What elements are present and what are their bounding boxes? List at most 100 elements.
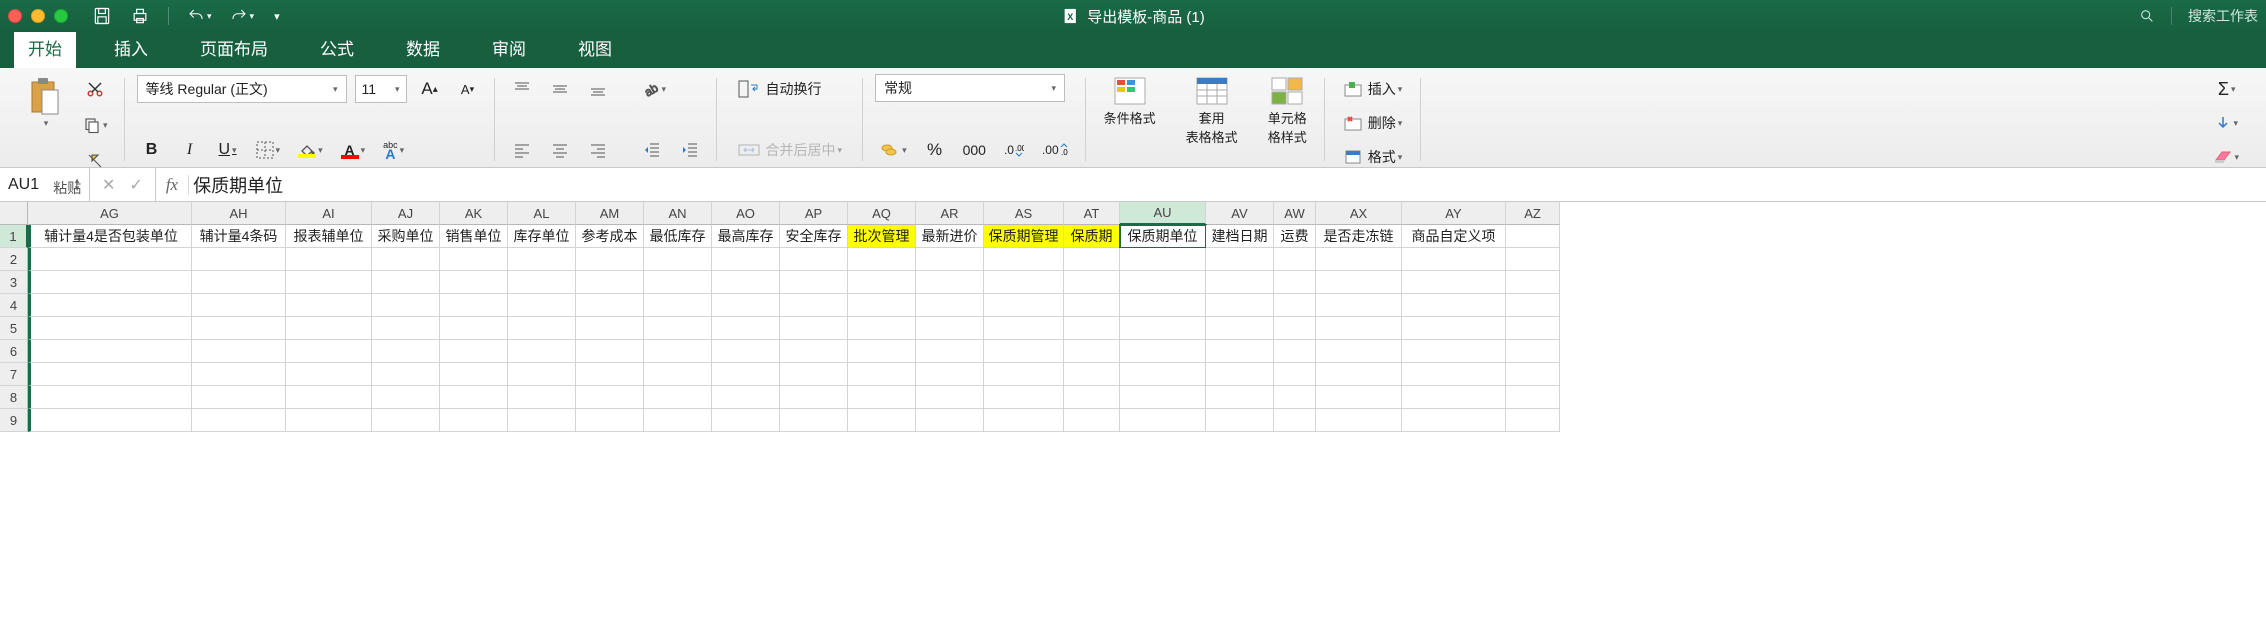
cell-AJ2[interactable] [372,248,440,271]
cell-AG3[interactable] [28,271,192,294]
cell-AT1[interactable]: 保质期 [1064,225,1120,248]
cell-AQ5[interactable] [848,317,916,340]
cell-AS7[interactable] [984,363,1064,386]
cell-AU5[interactable] [1120,317,1206,340]
format-cells-button[interactable]: 格式▾ [1337,142,1410,172]
column-header-AV[interactable]: AV [1206,202,1274,225]
cell-AK6[interactable] [440,340,508,363]
increase-decimal-button[interactable]: .0.00 [999,135,1029,165]
italic-button[interactable]: I [175,135,205,165]
cell-AV3[interactable] [1206,271,1274,294]
cell-AR7[interactable] [916,363,984,386]
row-header-6[interactable]: 6 [0,340,28,363]
maximize-window-button[interactable] [54,9,68,23]
cell-AO7[interactable] [712,363,780,386]
cell-AY3[interactable] [1402,271,1506,294]
cell-AT9[interactable] [1064,409,1120,432]
column-header-AS[interactable]: AS [984,202,1064,225]
cell-AQ9[interactable] [848,409,916,432]
cell-AI7[interactable] [286,363,372,386]
align-right-button[interactable] [583,135,613,165]
cell-AO3[interactable] [712,271,780,294]
column-header-AK[interactable]: AK [440,202,508,225]
cell-AR5[interactable] [916,317,984,340]
copy-button[interactable]: ▾ [78,110,113,140]
align-bottom-button[interactable] [583,74,613,104]
cell-AL6[interactable] [508,340,576,363]
cell-AI2[interactable] [286,248,372,271]
cell-AY2[interactable] [1402,248,1506,271]
orientation-button[interactable]: ab▾ [637,74,672,104]
wrap-text-button[interactable]: 自动换行 [729,74,831,104]
column-header-AW[interactable]: AW [1274,202,1316,225]
phonetic-button[interactable]: abcA▾ [378,135,409,165]
cell-AM3[interactable] [576,271,644,294]
cell-AJ9[interactable] [372,409,440,432]
minimize-window-button[interactable] [31,9,45,23]
fill-color-button[interactable]: ▾ [293,135,328,165]
cell-AG2[interactable] [28,248,192,271]
row-header-4[interactable]: 4 [0,294,28,317]
decrease-indent-button[interactable] [637,135,667,165]
cell-AU7[interactable] [1120,363,1206,386]
cell-AN6[interactable] [644,340,712,363]
cell-AX6[interactable] [1316,340,1402,363]
font-size-select[interactable]: 11▾ [355,75,407,103]
cell-AX4[interactable] [1316,294,1402,317]
cell-AJ8[interactable] [372,386,440,409]
cell-AL7[interactable] [508,363,576,386]
cell-AP3[interactable] [780,271,848,294]
row-header-8[interactable]: 8 [0,386,28,409]
cell-AK7[interactable] [440,363,508,386]
cell-AJ3[interactable] [372,271,440,294]
cell-AL8[interactable] [508,386,576,409]
cell-AL1[interactable]: 库存单位 [508,225,576,248]
cell-AP7[interactable] [780,363,848,386]
clear-button[interactable]: ▾ [2209,142,2244,172]
cell-AL4[interactable] [508,294,576,317]
column-header-AY[interactable]: AY [1402,202,1506,225]
cell-AU8[interactable] [1120,386,1206,409]
redo-button[interactable]: ▾ [230,7,255,25]
cell-AL9[interactable] [508,409,576,432]
autosum-button[interactable]: Σ▾ [2209,74,2244,104]
cell-AW1[interactable]: 运费 [1274,225,1316,248]
tab-layout[interactable]: 页面布局 [186,29,282,68]
cell-AR6[interactable] [916,340,984,363]
column-header-AI[interactable]: AI [286,202,372,225]
cell-AO2[interactable] [712,248,780,271]
cell-AP2[interactable] [780,248,848,271]
cell-AR1[interactable]: 最新进价 [916,225,984,248]
cell-AX2[interactable] [1316,248,1402,271]
cell-AV8[interactable] [1206,386,1274,409]
cell-AO1[interactable]: 最高库存 [712,225,780,248]
save-icon[interactable] [92,6,112,26]
cell-AJ6[interactable] [372,340,440,363]
cell-AR4[interactable] [916,294,984,317]
tab-formulas[interactable]: 公式 [306,29,368,68]
cell-AU9[interactable] [1120,409,1206,432]
cell-AV7[interactable] [1206,363,1274,386]
cell-AP9[interactable] [780,409,848,432]
cell-AU1[interactable]: 保质期单位 [1120,225,1206,248]
row-header-7[interactable]: 7 [0,363,28,386]
cell-AT4[interactable] [1064,294,1120,317]
cell-AY5[interactable] [1402,317,1506,340]
cell-AI6[interactable] [286,340,372,363]
column-header-AL[interactable]: AL [508,202,576,225]
cell-AV6[interactable] [1206,340,1274,363]
cell-AG1[interactable]: 辅计量4是否包装单位 [28,225,192,248]
cell-AM2[interactable] [576,248,644,271]
cell-AT5[interactable] [1064,317,1120,340]
cell-AZ1[interactable] [1506,225,1560,248]
undo-button[interactable]: ▾ [187,7,212,25]
cell-AS9[interactable] [984,409,1064,432]
bold-button[interactable]: B [137,135,167,165]
formula-input[interactable]: 保质期单位 [189,172,283,198]
cell-AW3[interactable] [1274,271,1316,294]
cell-styles-button[interactable]: 单元格 格样式 [1262,74,1313,148]
cell-AS3[interactable] [984,271,1064,294]
fill-button[interactable]: ▾ [2209,108,2244,138]
spreadsheet-grid[interactable]: 1辅计量4是否包装单位辅计量4条码报表辅单位采购单位销售单位库存单位参考成本最低… [0,225,2266,432]
comma-button[interactable]: 000 [958,135,991,165]
